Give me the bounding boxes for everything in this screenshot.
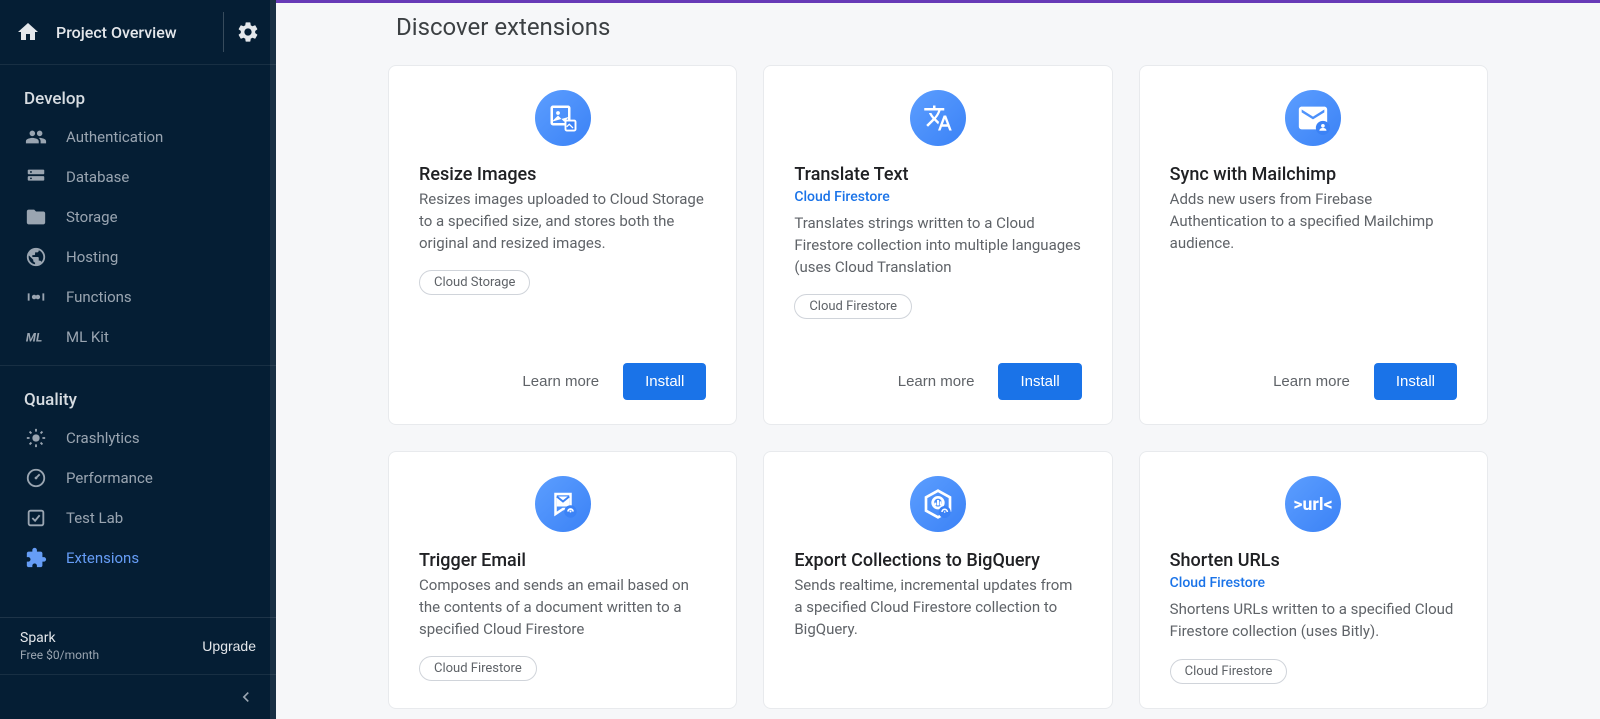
card-title: Trigger Email — [419, 550, 706, 571]
card-description: Sends realtime, incremental updates from… — [794, 575, 1081, 640]
nav-scroll: Develop Authentication Database Storage — [0, 65, 276, 617]
performance-icon — [24, 466, 48, 490]
card-description: Shortens URLs written to a specified Clo… — [1170, 599, 1457, 643]
install-button[interactable]: Install — [1374, 363, 1457, 400]
learn-more-button[interactable]: Learn more — [1273, 373, 1350, 390]
sidebar-item-crashlytics[interactable]: Crashlytics — [0, 418, 276, 458]
divider — [223, 12, 224, 52]
folder-icon — [24, 205, 48, 229]
sidebar: Project Overview Develop Authentication … — [0, 0, 276, 719]
nav-label: Hosting — [66, 248, 118, 266]
card-actions: Learn more Install — [794, 363, 1081, 400]
nav-section-develop[interactable]: Develop — [0, 65, 276, 117]
svg-text:>url<: >url< — [1294, 495, 1333, 515]
card-title: Resize Images — [419, 164, 706, 185]
sidebar-top: Project Overview — [0, 0, 276, 65]
translate-icon — [910, 90, 966, 146]
bigquery-icon — [910, 476, 966, 532]
card-description: Composes and sends an email based on the… — [419, 575, 706, 640]
gear-icon[interactable] — [236, 20, 260, 44]
nav-label: Crashlytics — [66, 429, 140, 447]
sidebar-item-performance[interactable]: Performance — [0, 458, 276, 498]
extension-card: Trigger Email Composes and sends an emai… — [388, 451, 737, 709]
card-title: Sync with Mailchimp — [1170, 164, 1457, 185]
nav-label: Functions — [66, 288, 132, 306]
card-tag: Cloud Firestore — [794, 294, 912, 319]
nav-label: Test Lab — [66, 509, 123, 527]
upgrade-button[interactable]: Upgrade — [202, 638, 256, 654]
install-button[interactable]: Install — [998, 363, 1081, 400]
card-icon-wrap: >url< — [1170, 476, 1457, 532]
card-description: Resizes images uploaded to Cloud Storage… — [419, 189, 706, 254]
card-icon-wrap — [419, 476, 706, 532]
plan-info: Spark Free $0/month — [20, 630, 99, 662]
nav-label: Performance — [66, 469, 153, 487]
sidebar-item-mlkit[interactable]: ML ML Kit — [0, 317, 276, 357]
card-tag: Cloud Firestore — [419, 656, 537, 681]
mail-icon — [1285, 90, 1341, 146]
card-title: Translate Text — [794, 164, 1081, 185]
main-content: Discover extensions Resize Images Resize… — [276, 0, 1600, 719]
sidebar-item-testlab[interactable]: Test Lab — [0, 498, 276, 538]
page-title: Discover extensions — [396, 13, 1488, 41]
sidebar-item-hosting[interactable]: Hosting — [0, 237, 276, 277]
card-icon-wrap — [1170, 90, 1457, 146]
card-description: Translates strings written to a Cloud Fi… — [794, 213, 1081, 278]
home-icon[interactable] — [16, 20, 40, 44]
trigger-mail-icon — [535, 476, 591, 532]
install-button[interactable]: Install — [623, 363, 706, 400]
extension-card: Export Collections to BigQuery Sends rea… — [763, 451, 1112, 709]
nav-label: Extensions — [66, 549, 139, 567]
extension-card: Sync with Mailchimp Adds new users from … — [1139, 65, 1488, 425]
extension-card: >url< Shorten URLs Cloud Firestore Short… — [1139, 451, 1488, 709]
sidebar-item-extensions[interactable]: Extensions — [0, 538, 276, 578]
sidebar-item-database[interactable]: Database — [0, 157, 276, 197]
svg-text:ML: ML — [26, 331, 42, 345]
extension-card: Translate Text Cloud Firestore Translate… — [763, 65, 1112, 425]
nav-label: Database — [66, 168, 129, 186]
sidebar-item-authentication[interactable]: Authentication — [0, 117, 276, 157]
nav-section-quality[interactable]: Quality — [0, 366, 276, 418]
plan-name: Spark — [20, 630, 99, 646]
card-link[interactable]: Cloud Firestore — [1170, 575, 1457, 591]
globe-icon — [24, 245, 48, 269]
card-title: Export Collections to BigQuery — [794, 550, 1081, 571]
image-icon — [535, 90, 591, 146]
extensions-icon — [24, 546, 48, 570]
nav-label: Authentication — [66, 128, 163, 146]
card-link[interactable]: Cloud Firestore — [794, 189, 1081, 205]
project-overview-link[interactable]: Project Overview — [56, 23, 211, 42]
people-icon — [24, 125, 48, 149]
testlab-icon — [24, 506, 48, 530]
card-icon-wrap — [419, 90, 706, 146]
plan-bar: Spark Free $0/month Upgrade — [0, 617, 276, 674]
extension-card: Resize Images Resizes images uploaded to… — [388, 65, 737, 425]
collapse-bar — [0, 674, 276, 719]
cards-grid: Resize Images Resizes images uploaded to… — [388, 65, 1488, 709]
card-tag: Cloud Firestore — [1170, 659, 1288, 684]
nav-label: Storage — [66, 208, 118, 226]
learn-more-button[interactable]: Learn more — [898, 373, 975, 390]
learn-more-button[interactable]: Learn more — [522, 373, 599, 390]
sidebar-item-functions[interactable]: Functions — [0, 277, 276, 317]
url-icon: >url< — [1285, 476, 1341, 532]
card-tag: Cloud Storage — [419, 270, 530, 295]
card-icon-wrap — [794, 90, 1081, 146]
card-actions: Learn more Install — [1170, 363, 1457, 400]
card-title: Shorten URLs — [1170, 550, 1457, 571]
nav-label: ML Kit — [66, 328, 109, 346]
crashlytics-icon — [24, 426, 48, 450]
mlkit-icon: ML — [24, 325, 48, 349]
card-icon-wrap — [794, 476, 1081, 532]
card-description: Adds new users from Firebase Authenticat… — [1170, 189, 1457, 254]
chevron-left-icon[interactable] — [236, 687, 256, 707]
plan-price: Free $0/month — [20, 648, 99, 662]
sidebar-item-storage[interactable]: Storage — [0, 197, 276, 237]
functions-icon — [24, 285, 48, 309]
card-actions: Learn more Install — [419, 363, 706, 400]
database-icon — [24, 165, 48, 189]
